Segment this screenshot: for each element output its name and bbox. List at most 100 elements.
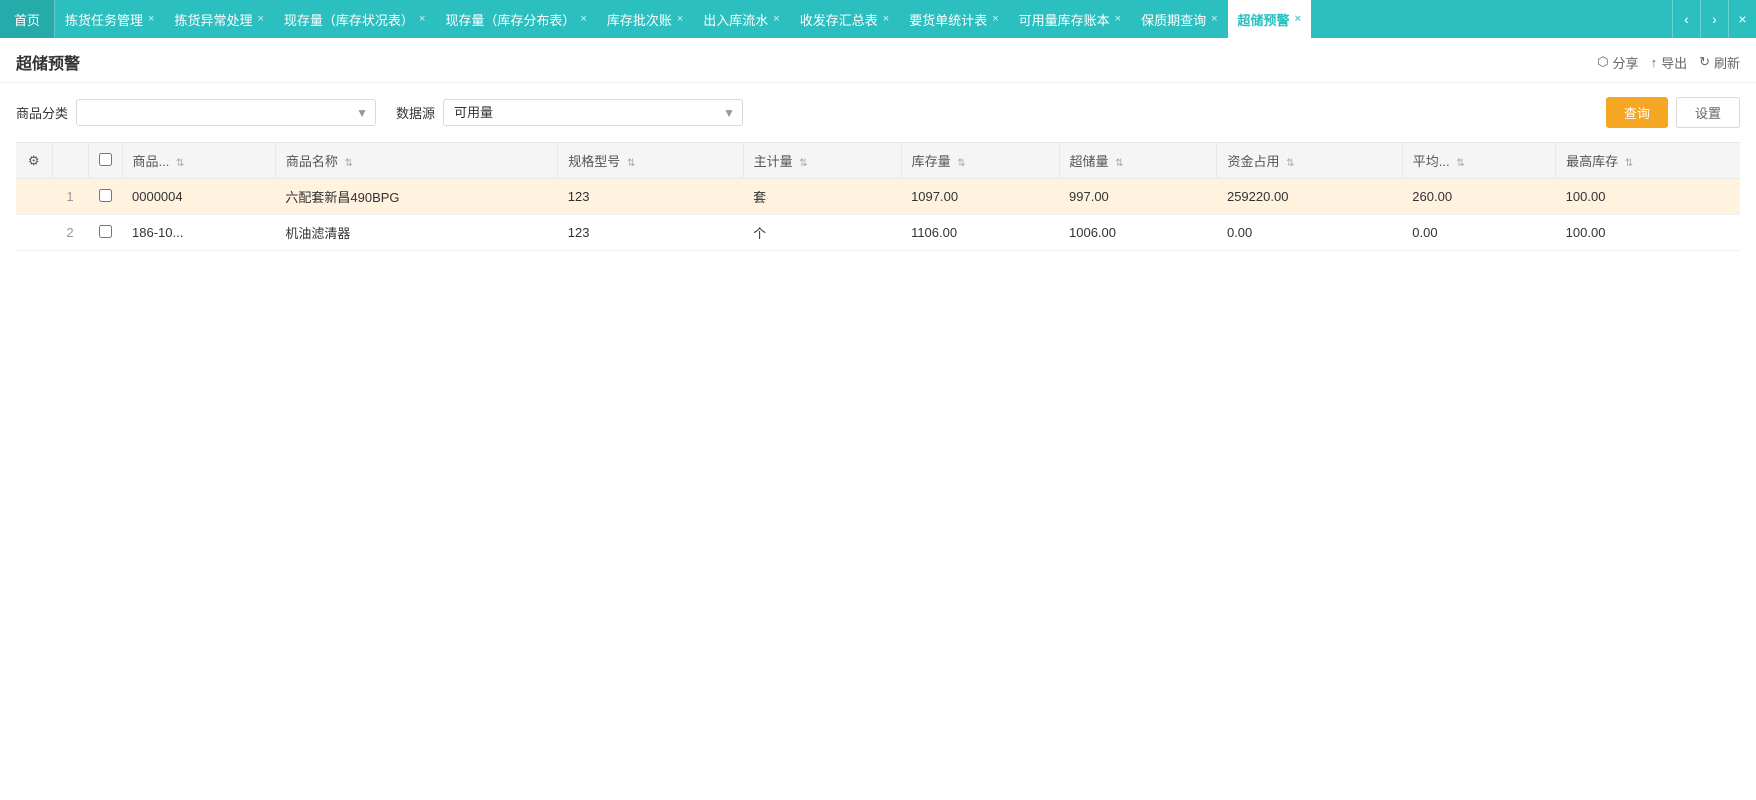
row-capital: 0.00 <box>1217 215 1402 251</box>
col-capital-sort-icon: ⇅ <box>1286 158 1294 169</box>
col-over-header[interactable]: 超储量 ⇅ <box>1059 143 1217 179</box>
close-tab-1[interactable]: × <box>148 13 154 25</box>
col-unit-label: 主计量 <box>754 154 793 169</box>
col-code-label: 商品... <box>133 154 170 169</box>
tab-6[interactable]: 出入库流水 × <box>693 0 789 38</box>
table-row: 2 186-10... 机油滤清器 123 个 1106.00 1006.00 … <box>16 215 1740 251</box>
close-tab-6[interactable]: × <box>773 13 779 25</box>
row-checkbox-1[interactable] <box>99 225 112 238</box>
nav-prev-arrow[interactable]: ‹ <box>1672 0 1700 38</box>
row-gear-cell <box>16 179 52 215</box>
select-all-checkbox[interactable] <box>99 153 112 166</box>
share-button[interactable]: ⬡ 分享 <box>1597 53 1638 72</box>
export-button[interactable]: ↑ 导出 <box>1651 53 1688 72</box>
close-tab-3[interactable]: × <box>419 13 425 25</box>
tab-8[interactable]: 要货单统计表 × <box>899 0 1008 38</box>
nav-home[interactable]: 首页 <box>0 0 55 38</box>
col-avg-sort-icon: ⇅ <box>1456 158 1464 169</box>
col-capital-header[interactable]: 资金占用 ⇅ <box>1217 143 1402 179</box>
row-checkbox-0[interactable] <box>99 189 112 202</box>
col-maxstock-header[interactable]: 最高库存 ⇅ <box>1556 143 1740 179</box>
query-button[interactable]: 查询 <box>1606 97 1668 128</box>
row-code: 0000004 <box>122 179 275 215</box>
row-unit: 个 <box>743 215 901 251</box>
col-settings-header: ⚙ <box>16 143 52 179</box>
row-avg: 0.00 <box>1402 215 1555 251</box>
nav-arrows: ‹ › × <box>1672 0 1756 38</box>
close-tab-7[interactable]: × <box>883 13 889 25</box>
datasource-filter-group: 数据源 可用量 ▼ <box>396 99 743 126</box>
table-body: 1 0000004 六配套新昌490BPG 123 套 1097.00 997.… <box>16 179 1740 251</box>
col-spec-label: 规格型号 <box>568 154 620 169</box>
col-over-label: 超储量 <box>1070 154 1109 169</box>
col-code-sort-icon: ⇅ <box>176 158 184 169</box>
refresh-icon: ↻ <box>1699 54 1710 70</box>
row-avg: 260.00 <box>1402 179 1555 215</box>
col-avg-label: 平均... <box>1413 154 1450 169</box>
row-over: 997.00 <box>1059 179 1217 215</box>
row-code: 186-10... <box>122 215 275 251</box>
datasource-select[interactable]: 可用量 <box>443 99 743 126</box>
col-code-header[interactable]: 商品... ⇅ <box>122 143 275 179</box>
row-stock: 1097.00 <box>901 179 1059 215</box>
close-tab-9[interactable]: × <box>1115 13 1121 25</box>
table-header-row: ⚙ 商品... ⇅ 商品名称 ⇅ 规格型号 ⇅ <box>16 143 1740 179</box>
row-name: 六配套新昌490BPG <box>275 179 557 215</box>
category-select[interactable] <box>76 99 376 126</box>
row-unit: 套 <box>743 179 901 215</box>
col-unit-sort-icon: ⇅ <box>799 158 807 169</box>
refresh-button[interactable]: ↻ 刷新 <box>1699 53 1740 72</box>
close-tab-10[interactable]: × <box>1211 13 1217 25</box>
tab-9[interactable]: 可用量库存账本 × <box>1009 0 1131 38</box>
table-wrap: ⚙ 商品... ⇅ 商品名称 ⇅ 规格型号 ⇅ <box>0 142 1756 251</box>
col-maxstock-label: 最高库存 <box>1566 154 1618 169</box>
filter-row: 商品分类 ▼ 数据源 可用量 ▼ 查询 设置 <box>0 83 1756 142</box>
close-tab-11[interactable]: × <box>1295 13 1301 25</box>
col-spec-header[interactable]: 规格型号 ⇅ <box>558 143 743 179</box>
row-maxstock: 100.00 <box>1556 179 1740 215</box>
col-stock-sort-icon: ⇅ <box>957 158 965 169</box>
col-avg-header[interactable]: 平均... ⇅ <box>1402 143 1555 179</box>
export-icon: ↑ <box>1651 55 1658 70</box>
col-checkbox-header <box>88 143 122 179</box>
nav-close-arrow[interactable]: × <box>1728 0 1756 38</box>
table-row: 1 0000004 六配套新昌490BPG 123 套 1097.00 997.… <box>16 179 1740 215</box>
close-tab-4[interactable]: × <box>580 13 586 25</box>
close-tab-8[interactable]: × <box>992 13 998 25</box>
row-maxstock: 100.00 <box>1556 215 1740 251</box>
settings-button[interactable]: 设置 <box>1676 97 1740 128</box>
page-title: 超储预警 <box>16 50 80 74</box>
category-filter-group: 商品分类 ▼ <box>16 99 376 126</box>
col-spec-sort-icon: ⇅ <box>627 158 635 169</box>
col-maxstock-sort-icon: ⇅ <box>1625 158 1633 169</box>
col-name-header[interactable]: 商品名称 ⇅ <box>275 143 557 179</box>
nav-next-arrow[interactable]: › <box>1700 0 1728 38</box>
row-spec: 123 <box>558 179 743 215</box>
row-capital: 259220.00 <box>1217 179 1402 215</box>
col-stock-label: 库存量 <box>912 154 951 169</box>
close-tab-2[interactable]: × <box>257 13 263 25</box>
col-unit-header[interactable]: 主计量 ⇅ <box>743 143 901 179</box>
category-label: 商品分类 <box>16 103 68 122</box>
tab-3[interactable]: 现存量（库存状况表） × <box>274 0 435 38</box>
tab-5[interactable]: 库存批次账 × <box>597 0 693 38</box>
share-icon: ⬡ <box>1597 54 1608 70</box>
gear-icon[interactable]: ⚙ <box>28 153 40 168</box>
tab-10[interactable]: 保质期查询 × <box>1131 0 1227 38</box>
page-header: 超储预警 ⬡ 分享 ↑ 导出 ↻ 刷新 <box>0 38 1756 83</box>
tab-7[interactable]: 收发存汇总表 × <box>790 0 899 38</box>
top-nav: 首页 拣货任务管理 × 拣货异常处理 × 现存量（库存状况表） × 现存量（库存… <box>0 0 1756 38</box>
tab-2[interactable]: 拣货异常处理 × <box>164 0 273 38</box>
col-stock-header[interactable]: 库存量 ⇅ <box>901 143 1059 179</box>
tab-1[interactable]: 拣货任务管理 × <box>55 0 164 38</box>
datasource-label: 数据源 <box>396 103 435 122</box>
tab-11[interactable]: 超储预警 × <box>1228 0 1311 38</box>
col-name-sort-icon: ⇅ <box>345 158 353 169</box>
col-num-header <box>52 143 88 179</box>
datasource-select-wrap: 可用量 ▼ <box>443 99 743 126</box>
col-over-sort-icon: ⇅ <box>1115 158 1123 169</box>
close-tab-5[interactable]: × <box>677 13 683 25</box>
tab-4[interactable]: 现存量（库存分布表） × <box>435 0 596 38</box>
row-name: 机油滤清器 <box>275 215 557 251</box>
col-capital-label: 资金占用 <box>1227 154 1279 169</box>
